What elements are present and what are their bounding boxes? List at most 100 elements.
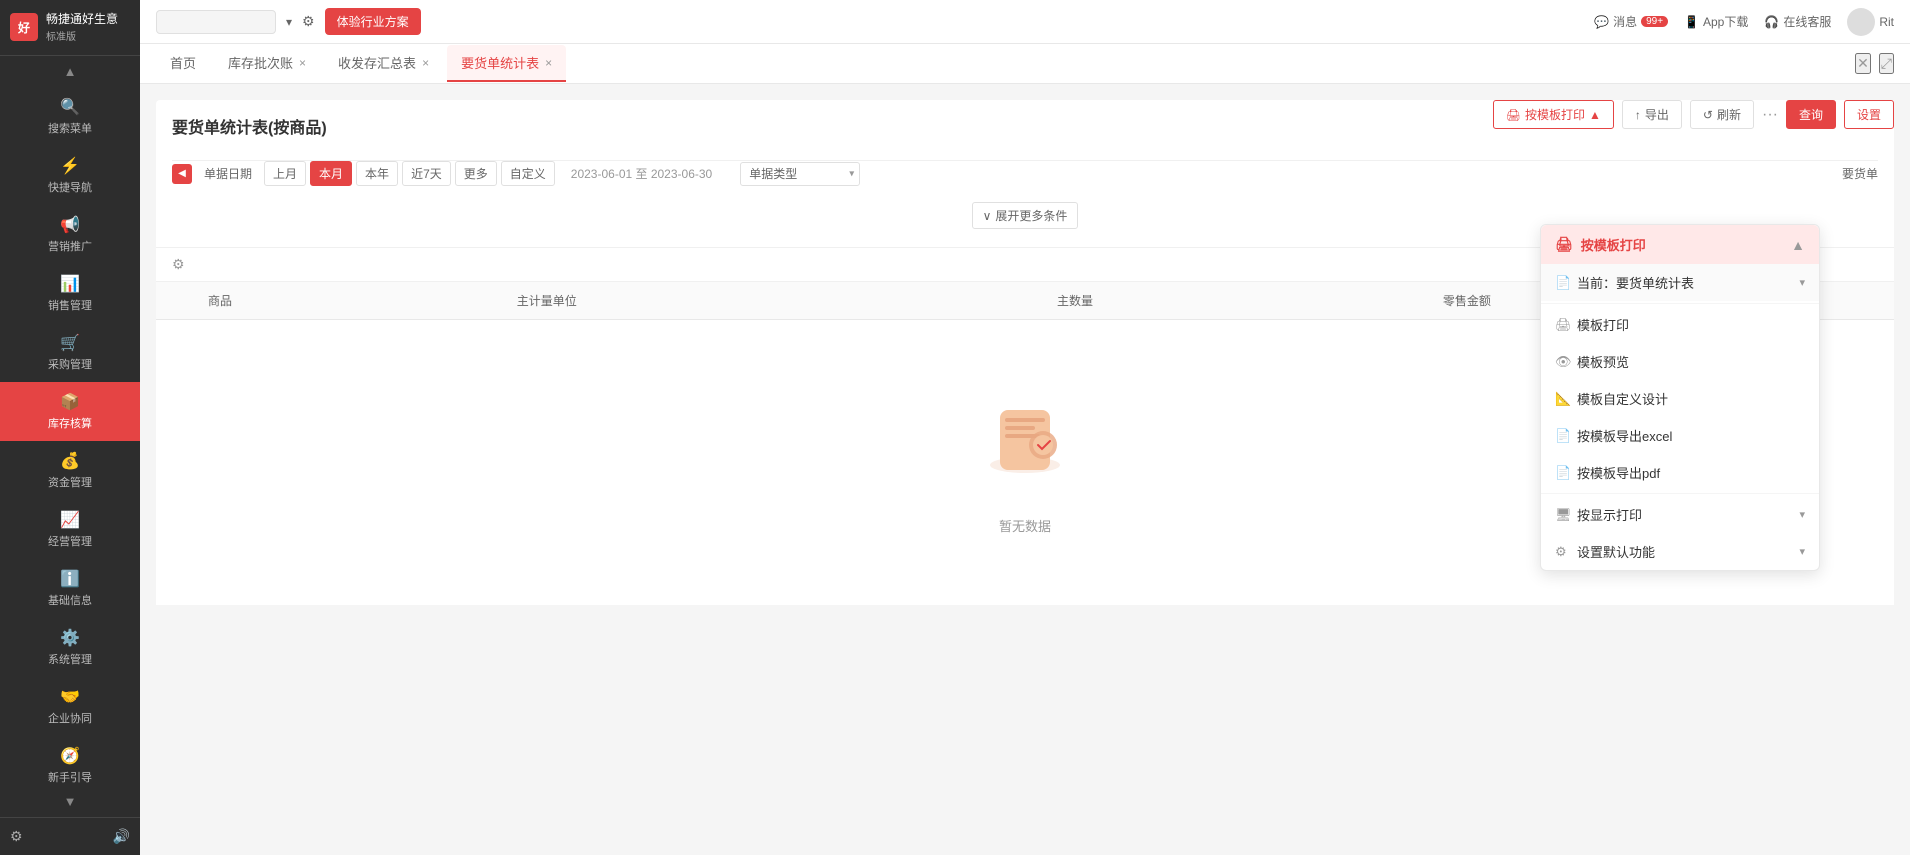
expand-more-button[interactable]: ∨ 展开更多条件 xyxy=(972,202,1079,229)
display-print-arrow: ▾ xyxy=(1799,508,1805,521)
refresh-icon: ↺ xyxy=(1703,108,1713,122)
logo-sub: 标准版 xyxy=(46,28,118,43)
settings-button[interactable]: 设置 xyxy=(1844,100,1894,129)
dropdown-item-template-preview[interactable]: 👁 模板预览 xyxy=(1541,343,1819,380)
logo-icon: 好 xyxy=(10,13,38,41)
sidebar-item-label: 企业协同 xyxy=(48,710,92,726)
tab-order-stats[interactable]: 要货单统计表 × xyxy=(447,45,566,82)
dropdown-divider-2 xyxy=(1541,493,1819,494)
dropdown-header-left: 🖨 按模板打印 xyxy=(1555,235,1646,254)
sidebar-item-label: 新手引导 xyxy=(48,769,92,785)
date-btn-last-month[interactable]: 上月 xyxy=(264,161,306,186)
export-button[interactable]: ↑ 导出 xyxy=(1622,100,1682,129)
date-btn-7days[interactable]: 近7天 xyxy=(402,161,451,186)
tab-receipt-summary-close[interactable]: × xyxy=(422,56,429,70)
template-pdf-icon: 📄 xyxy=(1555,465,1571,481)
display-print-label: 按显示打印 xyxy=(1577,505,1642,524)
collapse-filter-button[interactable]: ◀ xyxy=(172,164,192,184)
table-settings-button[interactable]: ⚙ xyxy=(172,256,185,273)
sidebar-scroll-down[interactable]: ▼ xyxy=(60,790,81,813)
sidebar-item-sales[interactable]: 📊 销售管理 xyxy=(0,264,140,323)
export-label: 导出 xyxy=(1645,106,1669,123)
tab-home[interactable]: 首页 xyxy=(156,45,210,82)
sidebar-item-label: 营销推广 xyxy=(48,238,92,254)
expand-more-label: 展开更多条件 xyxy=(995,207,1067,224)
print-icon: 🖨 xyxy=(1506,108,1521,122)
query-button[interactable]: 查询 xyxy=(1786,100,1836,129)
dropdown-item-template-print[interactable]: 🖨 模板打印 xyxy=(1541,306,1819,343)
dropdown-close-button[interactable]: ▲ xyxy=(1791,237,1805,253)
topbar: ▾ ⚙ 体验行业方案 💬 消息 99+ 📱 App下载 🎧 在线客服 Rit xyxy=(140,0,1910,44)
sidebar-item-basic[interactable]: ℹ️ 基础信息 xyxy=(0,559,140,618)
sidebar-item-label: 系统管理 xyxy=(48,651,92,667)
col-qty: 主数量 xyxy=(1045,282,1431,320)
tab-receipt-summary[interactable]: 收发存汇总表 × xyxy=(324,45,443,82)
sidebar-item-system[interactable]: ⚙️ 系统管理 xyxy=(0,618,140,677)
date-btn-more[interactable]: 更多 xyxy=(455,161,497,186)
sidebar-item-operation[interactable]: 📈 经营管理 xyxy=(0,500,140,559)
date-btn-custom[interactable]: 自定义 xyxy=(501,161,555,186)
message-button[interactable]: 💬 消息 99+ xyxy=(1594,13,1668,30)
user-avatar[interactable]: Rit xyxy=(1847,8,1894,36)
date-btn-this-year[interactable]: 本年 xyxy=(356,161,398,186)
tab-batch-account-close[interactable]: × xyxy=(299,56,306,70)
content-area: 要货单统计表(按商品) ◀ 单据日期 上月 本月 本年 xyxy=(140,84,1910,855)
template-preview-label: 模板预览 xyxy=(1577,352,1629,371)
sidebar-item-search[interactable]: 🔍 搜索菜单 xyxy=(0,87,140,146)
app-download-button[interactable]: 📱 App下载 xyxy=(1684,13,1748,30)
tabs-bar: 首页 库存批次账 × 收发存汇总表 × 要货单统计表 × ✕ ⤢ xyxy=(140,44,1910,84)
current-template-icon: 📄 xyxy=(1555,275,1571,291)
sidebar-settings-button[interactable]: ⚙ xyxy=(10,828,23,845)
tab-order-stats-close[interactable]: × xyxy=(545,56,552,70)
sidebar-item-marketing[interactable]: 📢 营销推广 xyxy=(0,205,140,264)
username-label: Rit xyxy=(1879,15,1894,29)
more-actions-button[interactable]: ··· xyxy=(1762,106,1778,124)
topbar-right: 💬 消息 99+ 📱 App下载 🎧 在线客服 Rit xyxy=(1594,8,1894,36)
type-select[interactable]: 单据类型 xyxy=(740,162,860,186)
sidebar-item-purchase[interactable]: 🛒 采购管理 xyxy=(0,323,140,382)
display-print-icon: 🖥 xyxy=(1555,507,1572,523)
topbar-dropdown-button[interactable]: ▾ xyxy=(286,15,292,29)
tab-expand-button[interactable]: ⤢ xyxy=(1879,53,1894,74)
print-label: 按模板打印 xyxy=(1525,106,1585,123)
tab-batch-account[interactable]: 库存批次账 × xyxy=(214,45,320,82)
sidebar-footer: ⚙ 🔊 xyxy=(0,817,140,855)
col-product: 商品 xyxy=(196,282,505,320)
date-range-text: 2023-06-01 至 2023-06-30 xyxy=(571,165,712,182)
sidebar-item-label: 采购管理 xyxy=(48,356,92,372)
tab-close-all-button[interactable]: ✕ xyxy=(1855,53,1871,74)
dropdown-item-template-excel[interactable]: 📄 按模板导出excel xyxy=(1541,417,1819,454)
print-button[interactable]: 🖨 按模板打印 ▲ xyxy=(1493,100,1614,129)
current-template-label: 当前：要货单统计表 xyxy=(1577,273,1694,292)
sidebar-item-inventory[interactable]: 📦 库存核算 xyxy=(0,382,140,441)
sidebar-sound-button[interactable]: 🔊 xyxy=(113,828,130,845)
sidebar-item-finance[interactable]: 💰 资金管理 xyxy=(0,441,140,500)
topbar-left: ▾ ⚙ 体验行业方案 xyxy=(156,8,421,35)
template-excel-icon: 📄 xyxy=(1555,428,1571,444)
sidebar-item-coop[interactable]: 🤝 企业协同 xyxy=(0,677,140,736)
dropdown-item-display-print[interactable]: 🖥 按显示打印 ▾ xyxy=(1541,496,1819,533)
print-dropdown-icon: ▲ xyxy=(1589,108,1601,122)
sidebar-item-label: 销售管理 xyxy=(48,297,92,313)
quicknav-icon: ⚡ xyxy=(60,156,80,176)
col-unit: 主计量单位 xyxy=(505,282,1045,320)
date-btn-this-month[interactable]: 本月 xyxy=(310,161,352,186)
sidebar-item-label: 搜索菜单 xyxy=(48,120,92,136)
sidebar-scroll-up[interactable]: ▲ xyxy=(60,60,81,83)
dropdown-current-template[interactable]: 📄 当前：要货单统计表 ▾ xyxy=(1541,264,1819,301)
dropdown-item-template-custom[interactable]: 📐 模板自定义设计 xyxy=(1541,380,1819,417)
online-service-button[interactable]: 🎧 在线客服 xyxy=(1764,13,1831,30)
sidebar-item-quicknav[interactable]: ⚡ 快捷导航 xyxy=(0,146,140,205)
sidebar-item-guide[interactable]: 🧭 新手引导 xyxy=(0,736,140,786)
dropdown-item-default-settings[interactable]: ⚙ 设置默认功能 ▾ xyxy=(1541,533,1819,570)
topbar-search-input[interactable] xyxy=(156,10,276,34)
coop-icon: 🤝 xyxy=(60,687,80,707)
filter-row: ◀ 单据日期 上月 本月 本年 近7天 更多 自定义 2023 xyxy=(172,161,1878,186)
app-icon: 📱 xyxy=(1684,15,1699,29)
trial-button[interactable]: 体验行业方案 xyxy=(325,8,421,35)
sidebar-item-label: 基础信息 xyxy=(48,592,92,608)
dropdown-item-template-pdf[interactable]: 📄 按模板导出pdf xyxy=(1541,454,1819,491)
topbar-settings-button[interactable]: ⚙ xyxy=(302,13,315,30)
refresh-button[interactable]: ↺ 刷新 xyxy=(1690,100,1754,129)
template-pdf-label: 按模板导出pdf xyxy=(1577,463,1660,482)
